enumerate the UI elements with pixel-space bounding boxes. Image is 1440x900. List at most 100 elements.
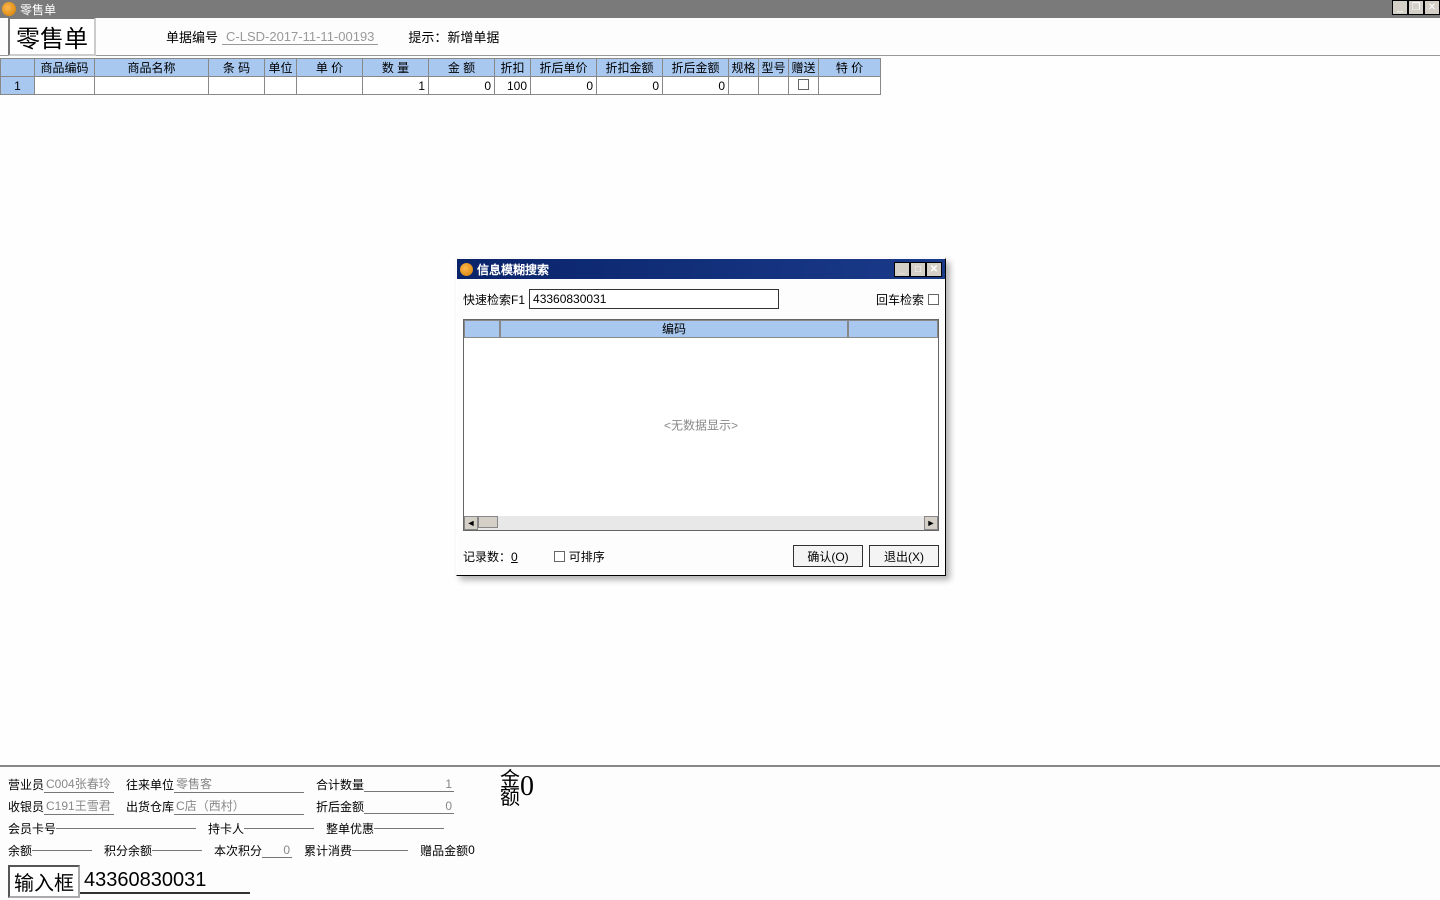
result-col-blank xyxy=(464,320,500,338)
cell-amount[interactable]: 0 xyxy=(429,77,495,95)
cell-disc-amt[interactable]: 0 xyxy=(597,77,663,95)
no-data-label: <无数据显示> xyxy=(664,417,738,434)
cashier-value[interactable]: C191王雪君 xyxy=(44,797,114,815)
cell-gift[interactable] xyxy=(789,77,819,95)
table-header-row: 商品编码 商品名称 条 码 单位 单 价 数 量 金 额 折扣 折后单价 折扣金… xyxy=(1,59,881,77)
warehouse-label: 出货仓库 xyxy=(126,798,174,815)
info-row-2: 收银员C191王雪君 出货仓库C店（西村） 折后金额0 xyxy=(8,795,1432,817)
cell-barcode[interactable] xyxy=(209,77,265,95)
point-balance-label: 积分余额 xyxy=(104,842,152,859)
info-row-3: 会员卡号 持卡人 整单优惠 xyxy=(8,817,1432,839)
col-special: 特 价 xyxy=(819,59,881,77)
cell-after-amt[interactable]: 0 xyxy=(663,77,729,95)
col-barcode: 条 码 xyxy=(209,59,265,77)
warehouse-value[interactable]: C店（西村） xyxy=(174,797,304,815)
this-points-value: 0 xyxy=(262,843,292,858)
input-bar-field[interactable]: 43360830031 xyxy=(80,869,250,894)
col-qty: 数 量 xyxy=(363,59,429,77)
col-price: 单 价 xyxy=(297,59,363,77)
result-header: 编码 xyxy=(464,320,938,338)
window-controls: _ ❐ ✕ xyxy=(1392,0,1440,15)
page-title: 零售单 xyxy=(8,17,96,56)
result-grid[interactable]: 编码 <无数据显示> ◄ ► xyxy=(463,319,939,531)
exit-button[interactable]: 退出(X) xyxy=(869,545,939,567)
holder-value[interactable] xyxy=(244,828,314,829)
info-row-1: 营业员C004张春玲 往来单位零售客 合计数量1 xyxy=(8,773,1432,795)
confirm-button[interactable]: 确认(O) xyxy=(793,545,863,567)
close-button[interactable]: ✕ xyxy=(1424,0,1440,15)
col-disc-amt: 折扣金额 xyxy=(597,59,663,77)
info-row-4: 余额 积分余额 本次积分0 累计消费 赠品金额0 xyxy=(8,839,1432,861)
dialog-maximize-button[interactable]: □ xyxy=(910,262,926,277)
col-spec: 规格 xyxy=(729,59,759,77)
dialog-close-button[interactable]: ✕ xyxy=(926,262,942,277)
sortable-option[interactable]: 可排序 xyxy=(554,548,605,565)
cell-code[interactable] xyxy=(35,77,95,95)
dialog-titlebar[interactable]: 信息模糊搜索 _ □ ✕ xyxy=(457,259,945,279)
result-col-extra xyxy=(848,320,938,338)
cell-unit[interactable] xyxy=(265,77,297,95)
cell-name[interactable] xyxy=(95,77,209,95)
card-value[interactable] xyxy=(56,828,196,829)
scroll-left-button[interactable]: ◄ xyxy=(464,516,478,530)
col-model: 型号 xyxy=(759,59,789,77)
col-amount: 金 额 xyxy=(429,59,495,77)
cell-disc-price[interactable]: 0 xyxy=(531,77,597,95)
search-input[interactable] xyxy=(529,289,779,309)
cell-price[interactable] xyxy=(297,77,363,95)
cell-spec[interactable] xyxy=(729,77,759,95)
result-col-code: 编码 xyxy=(500,320,848,338)
enter-search-option[interactable]: 回车检索 xyxy=(876,291,939,308)
table-row[interactable]: 1 1 0 100 0 0 0 xyxy=(1,77,881,95)
gift-checkbox[interactable] xyxy=(798,79,809,90)
cell-model[interactable] xyxy=(759,77,789,95)
sortable-checkbox[interactable] xyxy=(554,551,565,562)
dialog-minimize-button[interactable]: _ xyxy=(894,262,910,277)
point-balance-value xyxy=(152,850,202,851)
col-name: 商品名称 xyxy=(95,59,209,77)
total-amount: 金额0 xyxy=(500,771,534,810)
salesperson-value[interactable]: C004张春玲 xyxy=(44,775,114,793)
enter-search-checkbox[interactable] xyxy=(928,294,939,305)
header-bar: 零售单 单据编号 C-LSD-2017-11-11-00193 提示：新增单据 xyxy=(0,18,1440,56)
cashier-label: 收银员 xyxy=(8,798,44,815)
hint: 提示：新增单据 xyxy=(408,27,499,46)
party-label: 往来单位 xyxy=(126,776,174,793)
col-discount: 折扣 xyxy=(495,59,531,77)
gift-amount-value: 0 xyxy=(468,843,475,857)
record-count-value: 0 xyxy=(511,550,518,564)
whole-disc-value[interactable] xyxy=(374,828,444,829)
hint-label: 提示： xyxy=(408,30,447,45)
app-icon xyxy=(2,2,16,16)
cell-discount[interactable]: 100 xyxy=(495,77,531,95)
input-bar-label: 输入框 xyxy=(8,865,80,898)
horizontal-scrollbar[interactable]: ◄ ► xyxy=(464,516,938,530)
party-value[interactable]: 零售客 xyxy=(174,775,304,793)
total-amount-label: 金额 xyxy=(500,771,520,807)
col-after-amt: 折后金额 xyxy=(663,59,729,77)
holder-label: 持卡人 xyxy=(208,820,244,837)
cell-special[interactable] xyxy=(819,77,881,95)
doc-number-label: 单据编号 xyxy=(166,27,218,46)
scroll-track[interactable] xyxy=(478,516,924,530)
items-table[interactable]: 商品编码 商品名称 条 码 单位 单 价 数 量 金 额 折扣 折后单价 折扣金… xyxy=(0,58,881,95)
col-code: 商品编码 xyxy=(35,59,95,77)
cell-qty[interactable]: 1 xyxy=(363,77,429,95)
main-titlebar: 零售单 _ ❐ ✕ xyxy=(0,0,1440,18)
total-amount-value: 0 xyxy=(520,771,534,802)
scroll-right-button[interactable]: ► xyxy=(924,516,938,530)
enter-search-label: 回车检索 xyxy=(876,291,924,308)
scroll-thumb[interactable] xyxy=(478,516,498,528)
search-label: 快速检索F1 xyxy=(463,291,525,308)
minimize-button[interactable]: _ xyxy=(1392,0,1408,15)
input-bar: 输入框 43360830031 xyxy=(8,865,1432,898)
dialog-body: 快速检索F1 回车检索 编码 <无数据显示> ◄ ► xyxy=(457,279,945,537)
bottom-panel: 金额0 营业员C004张春玲 往来单位零售客 合计数量1 收银员C191王雪君 … xyxy=(0,765,1440,900)
record-count: 记录数：0 xyxy=(463,548,518,565)
dialog-icon xyxy=(460,263,473,276)
after-amount-label: 折后金额 xyxy=(316,798,364,815)
after-amount-value: 0 xyxy=(364,799,454,814)
salesperson-label: 营业员 xyxy=(8,776,44,793)
gift-amount-label: 赠品金额 xyxy=(420,842,468,859)
maximize-button[interactable]: ❐ xyxy=(1408,0,1424,15)
